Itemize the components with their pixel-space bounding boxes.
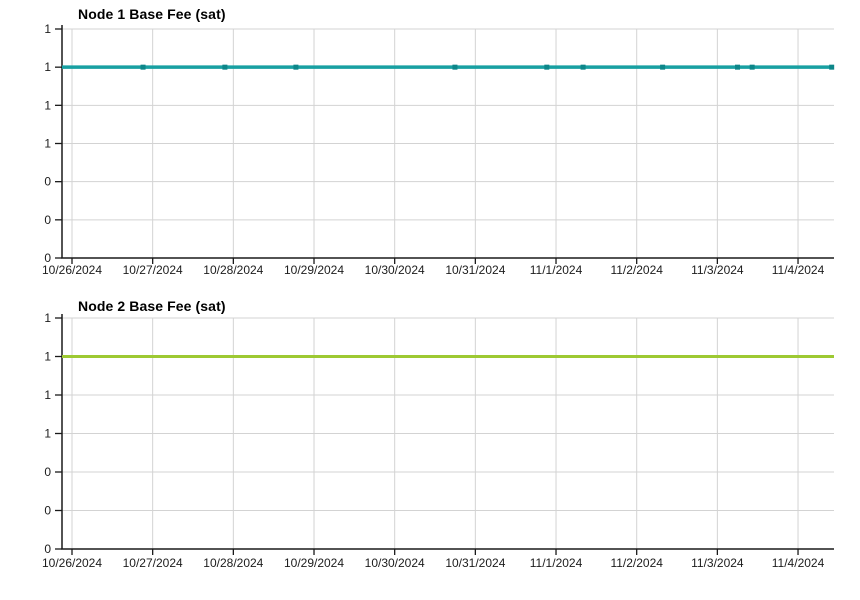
x-tick-label: 10/26/2024 (42, 263, 102, 277)
y-tick-label: 1 (44, 311, 51, 325)
x-tick-label: 10/28/2024 (203, 263, 263, 277)
x-tick-label: 10/26/2024 (42, 556, 102, 570)
data-point-marker (580, 64, 586, 70)
data-point-marker (452, 64, 458, 70)
data-point-marker (140, 64, 146, 70)
data-point-marker (660, 64, 666, 70)
node2-base-fee-chart: Node 2 Base Fee (sat) 1 1 1 1 0 0 0 10/26/2024 1… (0, 295, 860, 600)
x-tick-label: 10/27/2024 (123, 556, 183, 570)
x-tick-label: 10/28/2024 (203, 556, 263, 570)
y-tick-label: 0 (44, 175, 51, 189)
x-tick-label: 10/30/2024 (365, 263, 425, 277)
y-tick-label: 0 (44, 542, 51, 556)
x-tick-label: 10/31/2024 (445, 556, 505, 570)
y-tick-label: 1 (44, 137, 51, 151)
data-point-marker (293, 64, 299, 70)
node1-plot-canvas: 111100010/26/2024 10/27/2024 10/28/2024 10/… (42, 22, 835, 277)
x-tick-label: 11/2/2024 (610, 556, 663, 570)
y-tick-label: 0 (44, 213, 51, 227)
x-tick-label: 11/4/2024 (772, 263, 825, 277)
data-point-marker (829, 64, 835, 70)
x-tick-label: 10/29/2024 (284, 263, 344, 277)
y-tick-label: 0 (44, 504, 51, 518)
data-point-marker (222, 64, 228, 70)
data-point-marker (749, 64, 755, 70)
node2-plot-canvas: 111100010/26/2024 10/27/2024 10/28/2024 10/… (42, 311, 834, 570)
x-tick-label: 11/1/2024 (530, 556, 583, 570)
y-tick-label: 1 (44, 60, 51, 74)
y-tick-label: 0 (44, 465, 51, 479)
node1-base-fee-chart: Node 1 Base Fee (sat) 1 1 1 1 0 0 0 10/26/2024 1… (0, 0, 860, 295)
x-tick-label: 11/4/2024 (772, 556, 825, 570)
x-tick-label: 11/3/2024 (691, 263, 744, 277)
y-tick-label: 1 (44, 388, 51, 402)
x-tick-label: 11/2/2024 (610, 263, 663, 277)
y-tick-label: 1 (44, 22, 51, 36)
y-tick-label: 1 (44, 427, 51, 441)
base-fee-charts-page: Node 1 Base Fee (sat) 1 1 1 1 0 0 0 10/26/2024 1… (0, 0, 860, 600)
data-point-marker (544, 64, 550, 70)
y-tick-label: 1 (44, 350, 51, 364)
x-tick-label: 10/30/2024 (365, 556, 425, 570)
x-tick-label: 11/3/2024 (691, 556, 744, 570)
x-tick-label: 10/29/2024 (284, 556, 344, 570)
x-tick-label: 10/31/2024 (445, 263, 505, 277)
y-tick-label: 1 (44, 98, 51, 112)
x-tick-label: 10/27/2024 (123, 263, 183, 277)
x-tick-label: 11/1/2024 (530, 263, 583, 277)
data-point-marker (735, 64, 740, 70)
